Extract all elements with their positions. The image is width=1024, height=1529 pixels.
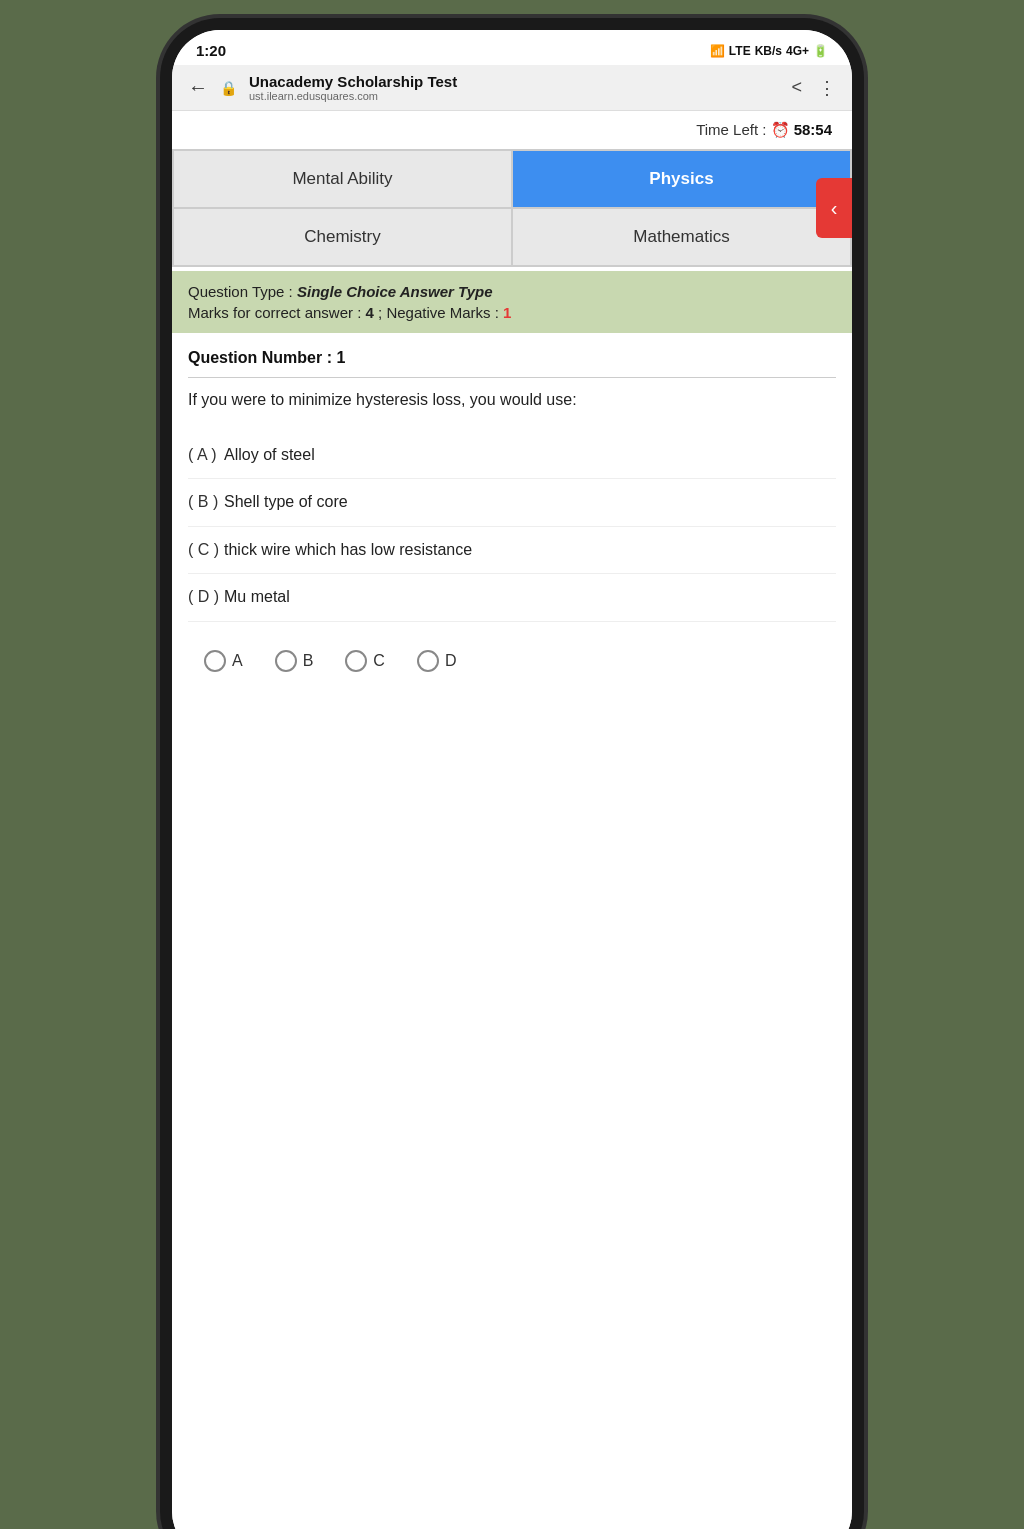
option-c[interactable]: ( C ) thick wire which has low resistanc… [188, 527, 836, 574]
option-c-text: thick wire which has low resistance [224, 539, 836, 561]
answer-letter-b: B [303, 652, 314, 670]
answer-letter-d: D [445, 652, 457, 670]
share-button[interactable]: < [791, 77, 802, 98]
tab-mental-ability[interactable]: Mental Ability [173, 150, 512, 208]
timer-label: Time Left : [696, 121, 766, 139]
question-info-bar: Question Type : Single Choice Answer Typ… [172, 271, 852, 333]
main-content: Time Left : ⏰ 58:54 Mental Ability Physi… [172, 111, 852, 1529]
negative-label: ; Negative Marks : [378, 304, 499, 321]
option-b-label: ( B ) [188, 491, 224, 513]
question-type-line: Question Type : Single Choice Answer Typ… [188, 283, 836, 300]
question-number: Question Number : 1 [188, 349, 836, 378]
option-c-label: ( C ) [188, 539, 224, 561]
speed-label: KB/s [755, 44, 782, 58]
option-a-text: Alloy of steel [224, 444, 836, 466]
marks-info-line: Marks for correct answer : 4 ; Negative … [188, 304, 836, 321]
browser-title: Unacademy Scholarship Test [249, 73, 779, 90]
question-text: If you were to minimize hysteresis loss,… [188, 388, 836, 412]
radio-d[interactable] [417, 650, 439, 672]
marks-label: Marks for correct answer : [188, 304, 361, 321]
question-type-label: Question Type : [188, 283, 293, 300]
tab-mathematics[interactable]: Mathematics [512, 208, 851, 266]
status-icons: 📶 LTE KB/s 4G+ 🔋 [710, 44, 828, 58]
answer-choice-b[interactable]: B [275, 650, 314, 672]
back-button[interactable]: ← [188, 76, 208, 99]
option-a-label: ( A ) [188, 444, 224, 466]
option-d-label: ( D ) [188, 586, 224, 608]
browser-title-block: Unacademy Scholarship Test ust.ilearn.ed… [249, 73, 779, 102]
status-bar: 1:20 📶 LTE KB/s 4G+ 🔋 [172, 30, 852, 65]
tab-chemistry[interactable]: Chemistry [173, 208, 512, 266]
answer-choice-a[interactable]: A [204, 650, 243, 672]
tab-physics[interactable]: Physics [512, 150, 851, 208]
answer-choices-row: A B C D [188, 630, 836, 692]
answer-choice-d[interactable]: D [417, 650, 457, 672]
timer-value: 58:54 [794, 121, 832, 139]
signal-label: 4G+ [786, 44, 809, 58]
answer-letter-a: A [232, 652, 243, 670]
network-icon: 📶 [710, 44, 725, 58]
menu-button[interactable]: ⋮ [818, 77, 836, 99]
option-d[interactable]: ( D ) Mu metal [188, 574, 836, 621]
radio-a[interactable] [204, 650, 226, 672]
negative-value: 1 [503, 304, 511, 321]
option-b-text: Shell type of core [224, 491, 836, 513]
question-section: Question Number : 1 If you were to minim… [172, 333, 852, 708]
radio-c[interactable] [345, 650, 367, 672]
browser-toolbar: ← 🔒 Unacademy Scholarship Test ust.ilear… [172, 65, 852, 111]
chevron-left-icon: ‹ [831, 197, 838, 220]
option-b[interactable]: ( B ) Shell type of core [188, 479, 836, 526]
status-time: 1:20 [196, 42, 226, 59]
browser-actions: < ⋮ [791, 77, 836, 99]
marks-value: 4 [366, 304, 374, 321]
sidebar-toggle-button[interactable]: ‹ [816, 178, 852, 238]
question-type-value: Single Choice Answer Type [297, 283, 493, 300]
battery-icon: 🔋 [813, 44, 828, 58]
lte-label: LTE [729, 44, 751, 58]
subject-tabs-section: Mental Ability Physics Chemistry Mathema… [172, 149, 852, 267]
timer-row: Time Left : ⏰ 58:54 [172, 111, 852, 145]
answer-choice-c[interactable]: C [345, 650, 385, 672]
timer-icon: ⏰ [771, 121, 790, 139]
answer-letter-c: C [373, 652, 385, 670]
lock-icon: 🔒 [220, 80, 237, 96]
option-a[interactable]: ( A ) Alloy of steel [188, 432, 836, 479]
option-d-text: Mu metal [224, 586, 836, 608]
browser-url: ust.ilearn.edusquares.com [249, 90, 779, 102]
phone-frame: 1:20 📶 LTE KB/s 4G+ 🔋 ← 🔒 Unacademy Scho… [172, 30, 852, 1529]
subject-tabs-grid: Mental Ability Physics Chemistry Mathema… [172, 149, 852, 267]
radio-b[interactable] [275, 650, 297, 672]
